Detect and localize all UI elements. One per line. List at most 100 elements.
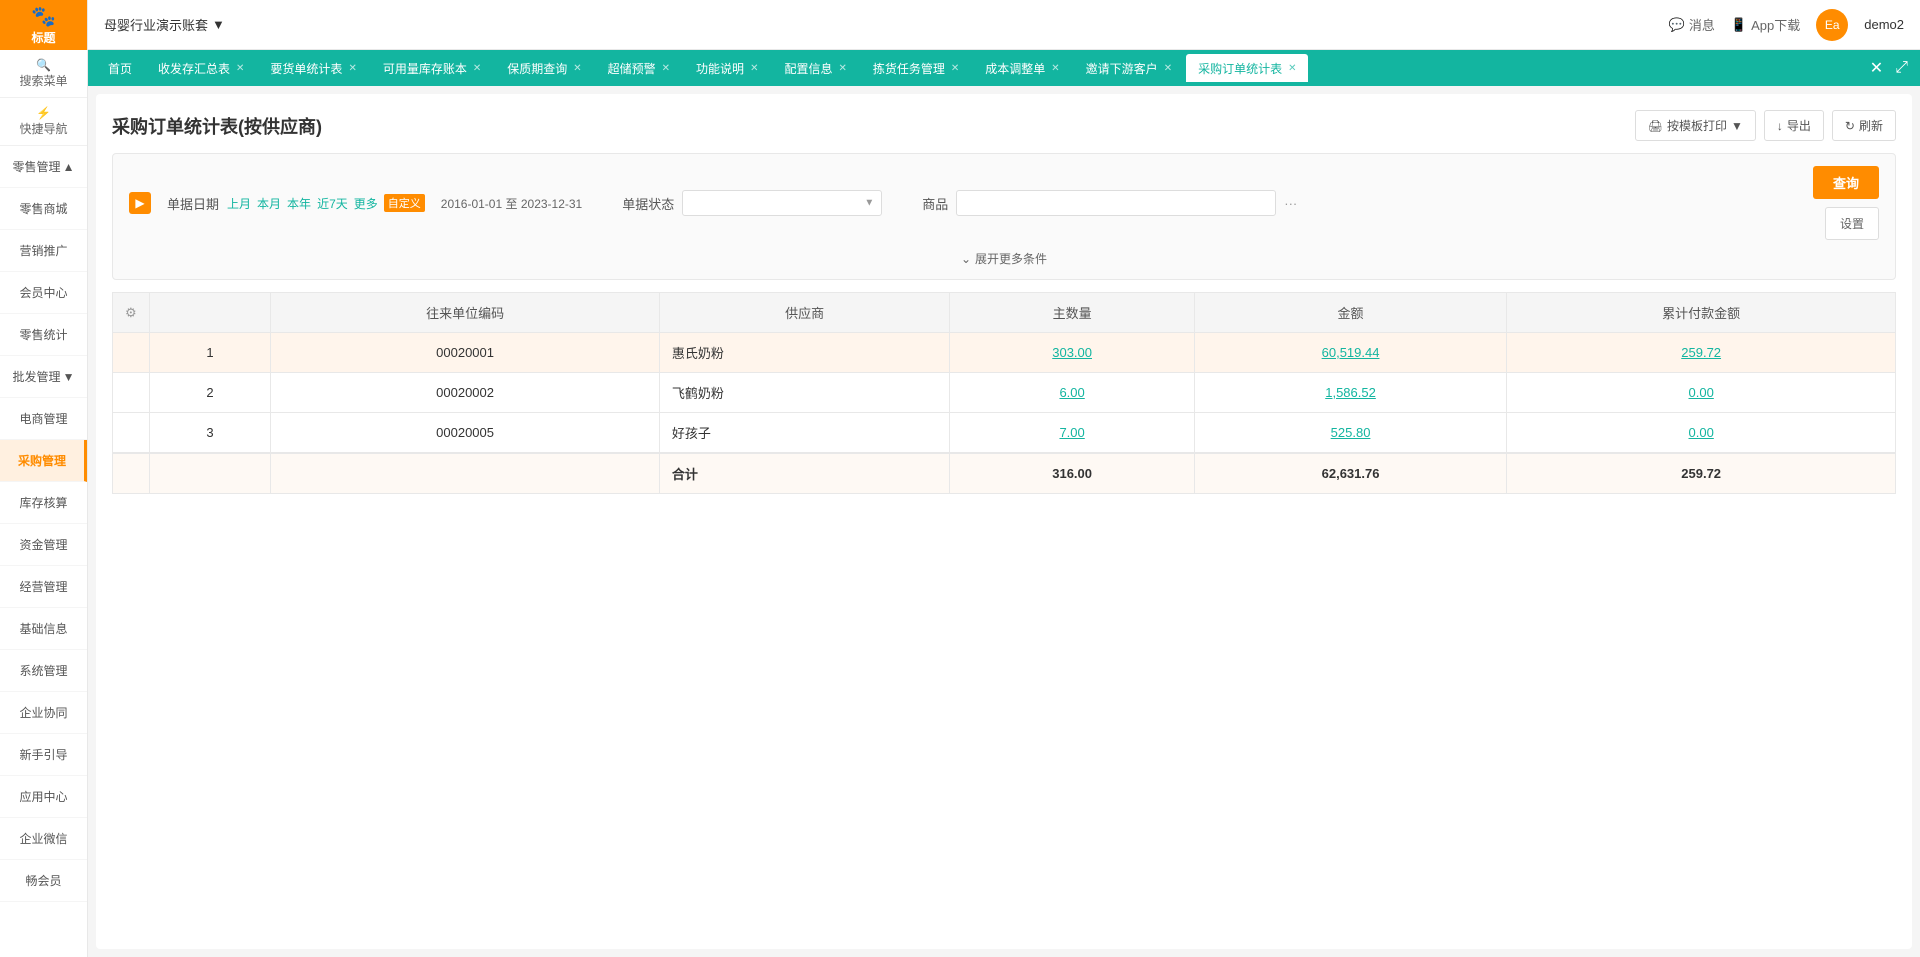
sidebar-item-label: 资金管理 bbox=[6, 536, 81, 553]
app-download-btn[interactable]: 📱 App下载 bbox=[1731, 15, 1800, 34]
sidebar-item-wechat[interactable]: 企业微信 bbox=[0, 818, 87, 860]
date-range-text: 2016-01-01 至 2023-12-31 bbox=[441, 195, 582, 212]
status-select[interactable] bbox=[682, 190, 882, 216]
row-amount-cell[interactable]: 525.80 bbox=[1194, 413, 1507, 454]
row-amount-cell[interactable]: 60,519.44 bbox=[1194, 333, 1507, 373]
date-shortcut-this-year[interactable]: 本年 bbox=[287, 195, 311, 212]
table-row: 2 00020002 飞鹤奶粉 6.00 1,586.52 0.00 bbox=[113, 373, 1896, 413]
goods-more-btn[interactable]: ··· bbox=[1284, 196, 1297, 211]
date-shortcut-more[interactable]: 更多 bbox=[354, 195, 378, 212]
row-paid-amount-cell[interactable]: 0.00 bbox=[1507, 413, 1896, 454]
row-main-qty-cell[interactable]: 303.00 bbox=[950, 333, 1194, 373]
sidebar-item-retail-shop[interactable]: 零售商城 bbox=[0, 188, 87, 230]
date-to: 2023-12-31 bbox=[521, 197, 582, 211]
main-area: 母婴行业演示账套 ▼ 💬 消息 📱 App下载 Ea demo2 首页 收发存汇… bbox=[88, 0, 1920, 957]
tab-close-icon[interactable]: ✕ bbox=[1288, 63, 1296, 74]
user-avatar[interactable]: Ea bbox=[1816, 9, 1848, 41]
footer-total-label: 合计 bbox=[659, 453, 950, 494]
page-header: 采购订单统计表(按供应商) 🖨 按模板打印 ▼ ↓ 导出 ↻ 刷新 bbox=[112, 110, 1896, 141]
tab-home-label: 首页 bbox=[108, 60, 132, 77]
sidebar-item-finance[interactable]: 资金管理 bbox=[0, 524, 87, 566]
account-switcher[interactable]: 母婴行业演示账套 ▼ bbox=[104, 15, 225, 34]
tab-close-icon[interactable]: ✕ bbox=[348, 63, 356, 74]
sidebar-item-inventory[interactable]: 库存核算 bbox=[0, 482, 87, 524]
tab-close-icon[interactable]: ✕ bbox=[473, 63, 481, 74]
message-btn[interactable]: 💬 消息 bbox=[1669, 15, 1715, 34]
tab-close-icon[interactable]: ✕ bbox=[573, 63, 581, 74]
export-icon: ↓ bbox=[1777, 119, 1783, 133]
footer-main-qty: 316.00 bbox=[950, 453, 1194, 494]
setting-button[interactable]: 设置 bbox=[1825, 207, 1879, 240]
avatar-text: Ea bbox=[1825, 18, 1840, 32]
row-main-qty-cell[interactable]: 7.00 bbox=[950, 413, 1194, 454]
footer-index-cell bbox=[149, 453, 271, 494]
sidebar-item-base-info[interactable]: 基础信息 bbox=[0, 608, 87, 650]
row-amount-cell[interactable]: 1,586.52 bbox=[1194, 373, 1507, 413]
tab-expand-btn[interactable]: ⤢ bbox=[1891, 57, 1912, 79]
tab-label: 邀请下游客户 bbox=[1086, 60, 1158, 77]
date-shortcut-last-month[interactable]: 上月 bbox=[227, 195, 251, 212]
sidebar-item-wholesale[interactable]: 批发管理 ▼ bbox=[0, 356, 87, 398]
sidebar-item-ecommerce[interactable]: 电商管理 bbox=[0, 398, 87, 440]
query-button[interactable]: 查询 bbox=[1813, 166, 1879, 199]
chevron-down-icon: ▼ bbox=[63, 370, 75, 384]
table-header-row: ⚙ 往来单位编码 供应商 主数量 金额 累计付款金额 bbox=[113, 293, 1896, 333]
sidebar-item-system[interactable]: 系统管理 bbox=[0, 650, 87, 692]
sidebar-item-label: 电商管理 bbox=[6, 410, 81, 427]
tab-picking-task[interactable]: 拣货任务管理 ✕ bbox=[861, 54, 971, 82]
content-area: 采购订单统计表(按供应商) 🖨 按模板打印 ▼ ↓ 导出 ↻ 刷新 bbox=[88, 86, 1920, 957]
sidebar-search[interactable]: 🔍 搜索菜单 bbox=[0, 50, 87, 98]
tab-close-all-btn[interactable]: ✕ bbox=[1866, 56, 1887, 80]
sidebar-item-purchase[interactable]: 采购管理 bbox=[0, 440, 87, 482]
tab-close-icon[interactable]: ✕ bbox=[951, 63, 959, 74]
sidebar-item-marketing[interactable]: 营销推广 bbox=[0, 230, 87, 272]
tab-cost-adjust[interactable]: 成本调整单 ✕ bbox=[973, 54, 1071, 82]
tab-close-icon[interactable]: ✕ bbox=[1051, 63, 1059, 74]
goods-input[interactable] bbox=[956, 190, 1276, 216]
tab-expiry-query[interactable]: 保质期查询 ✕ bbox=[495, 54, 593, 82]
sidebar-item-vip[interactable]: 畅会员 bbox=[0, 860, 87, 902]
tab-close-icon[interactable]: ✕ bbox=[662, 63, 670, 74]
date-shortcut-7days[interactable]: 近7天 bbox=[317, 195, 348, 212]
sidebar-item-label: 零售统计 bbox=[6, 326, 81, 343]
tab-overstock-warn[interactable]: 超储预警 ✕ bbox=[596, 54, 682, 82]
tab-available-stock[interactable]: 可用量库存账本 ✕ bbox=[371, 54, 493, 82]
sidebar-item-newbie[interactable]: 新手引导 bbox=[0, 734, 87, 776]
export-button[interactable]: ↓ 导出 bbox=[1764, 110, 1824, 141]
tab-purchase-order-stats[interactable]: 采购订单统计表 ✕ bbox=[1186, 54, 1308, 82]
tab-close-icon[interactable]: ✕ bbox=[1164, 63, 1172, 74]
search-icon: 🔍 bbox=[6, 58, 81, 72]
expand-conditions-btn[interactable]: ⌄ 展开更多条件 bbox=[961, 250, 1047, 267]
tab-close-icon[interactable]: ✕ bbox=[236, 63, 244, 74]
row-paid-amount-cell[interactable]: 259.72 bbox=[1507, 333, 1896, 373]
search-label: 搜索菜单 bbox=[6, 72, 81, 89]
sidebar-item-label: 营销推广 bbox=[6, 242, 81, 259]
tab-close-icon[interactable]: ✕ bbox=[750, 63, 758, 74]
row-main-qty-cell[interactable]: 6.00 bbox=[950, 373, 1194, 413]
sidebar-item-app-center[interactable]: 应用中心 bbox=[0, 776, 87, 818]
sidebar-quick-nav[interactable]: ⚡ 快捷导航 bbox=[0, 98, 87, 146]
filter-toggle-btn[interactable]: ▶ bbox=[129, 192, 151, 214]
tab-goods-stats[interactable]: 要货单统计表 ✕ bbox=[258, 54, 368, 82]
tab-config-info[interactable]: 配置信息 ✕ bbox=[772, 54, 858, 82]
tab-close-icon[interactable]: ✕ bbox=[838, 63, 846, 74]
date-shortcut-this-month[interactable]: 本月 bbox=[257, 195, 281, 212]
sidebar-item-operations[interactable]: 经营管理 bbox=[0, 566, 87, 608]
tab-receive-summary[interactable]: 收发存汇总表 ✕ bbox=[146, 54, 256, 82]
sidebar-item-retail-mgmt[interactable]: 零售管理 ▲ bbox=[0, 146, 87, 188]
sidebar-item-label: 畅会员 bbox=[6, 872, 81, 889]
print-button[interactable]: 🖨 按模板打印 ▼ bbox=[1635, 110, 1756, 141]
row-settings-cell bbox=[113, 373, 150, 413]
tab-invite-downstream[interactable]: 邀请下游客户 ✕ bbox=[1074, 54, 1184, 82]
sidebar-item-member[interactable]: 会员中心 bbox=[0, 272, 87, 314]
table-col-paid-amount: 累计付款金额 bbox=[1507, 293, 1896, 333]
tab-func-desc[interactable]: 功能说明 ✕ bbox=[684, 54, 770, 82]
row-paid-amount-cell[interactable]: 0.00 bbox=[1507, 373, 1896, 413]
table-footer: 合计 316.00 62,631.76 259.72 bbox=[113, 453, 1896, 494]
sidebar-item-retail-stats[interactable]: 零售统计 bbox=[0, 314, 87, 356]
settings-icon[interactable]: ⚙ bbox=[125, 305, 137, 320]
refresh-button[interactable]: ↻ 刷新 bbox=[1832, 110, 1896, 141]
tab-home[interactable]: 首页 bbox=[96, 54, 144, 82]
sidebar-item-enterprise[interactable]: 企业协同 bbox=[0, 692, 87, 734]
table-row: 1 00020001 惠氏奶粉 303.00 60,519.44 259.72 bbox=[113, 333, 1896, 373]
